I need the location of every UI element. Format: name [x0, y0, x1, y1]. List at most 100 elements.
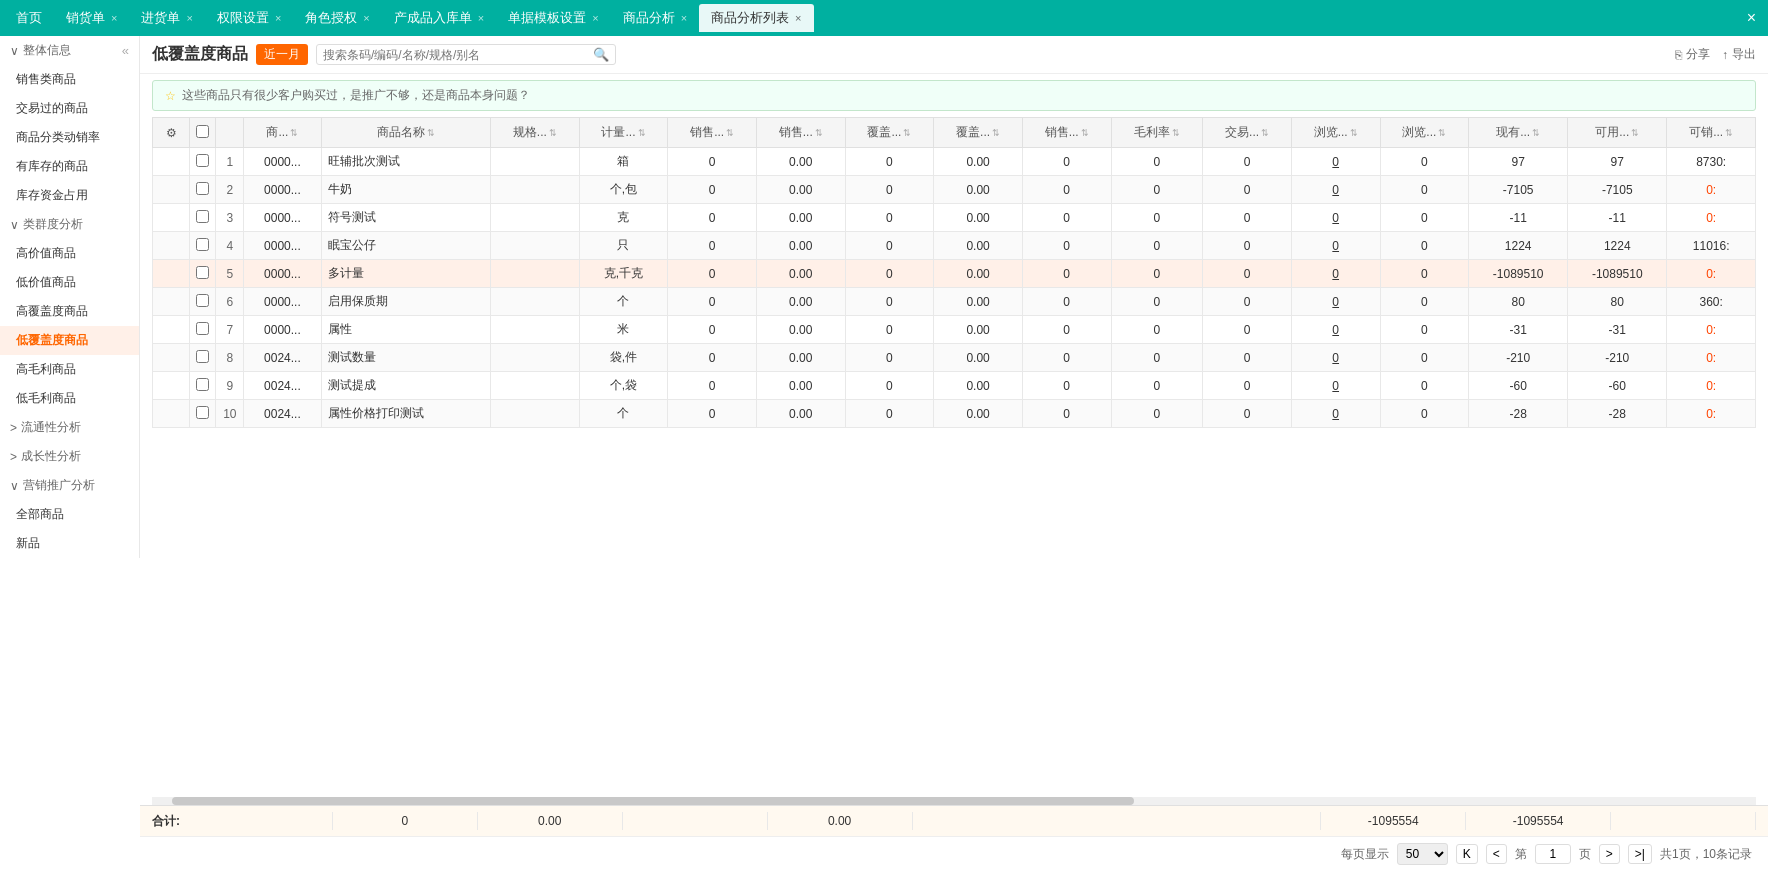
col-sales-amt[interactable]: 销售...⇅ [756, 118, 845, 148]
col-trans[interactable]: 交易...⇅ [1203, 118, 1292, 148]
row-browse1[interactable]: 0 [1291, 288, 1380, 316]
col-name[interactable]: 商品名称⇅ [321, 118, 490, 148]
horizontal-scrollbar[interactable] [152, 797, 1756, 805]
row-browse1[interactable]: 0 [1291, 344, 1380, 372]
tab-product-analysis[interactable]: 商品分析 × [611, 4, 699, 32]
row-num: 2 [216, 176, 244, 204]
col-cov2[interactable]: 覆盖...⇅ [934, 118, 1023, 148]
row-unit: 袋,件 [579, 344, 668, 372]
row-checkbox[interactable] [190, 260, 216, 288]
tab-product-storage[interactable]: 产成品入库单 × [382, 4, 496, 32]
close-tab-product-analysis-list[interactable]: × [795, 12, 801, 24]
period-button[interactable]: 近一月 [256, 44, 308, 65]
col-sales-qty[interactable]: 销售...⇅ [668, 118, 757, 148]
row-browse1[interactable]: 0 [1291, 204, 1380, 232]
row-checkbox[interactable] [190, 176, 216, 204]
row-trans: 0 [1203, 288, 1292, 316]
row-browse1[interactable]: 0 [1291, 176, 1380, 204]
window-close-button[interactable]: × [1739, 9, 1764, 27]
row-browse1[interactable]: 0 [1291, 260, 1380, 288]
row-settings [153, 344, 190, 372]
sidebar-section-circulation[interactable]: > 流通性分析 [0, 413, 139, 442]
sidebar-item-low-margin[interactable]: 低毛利商品 [0, 384, 139, 413]
tab-template-settings[interactable]: 单据模板设置 × [496, 4, 610, 32]
row-name: 属性价格打印测试 [321, 400, 490, 428]
col-current[interactable]: 现有...⇅ [1469, 118, 1568, 148]
sidebar-item-stocked-goods[interactable]: 有库存的商品 [0, 152, 139, 181]
tab-role-auth[interactable]: 角色授权 × [293, 4, 381, 32]
sidebar-section-growth[interactable]: > 成长性分析 [0, 442, 139, 471]
sidebar-item-low-coverage[interactable]: 低覆盖度商品 [0, 326, 139, 355]
col-unit[interactable]: 计量...⇅ [579, 118, 668, 148]
col-browse2[interactable]: 浏览...⇅ [1380, 118, 1469, 148]
row-checkbox[interactable] [190, 204, 216, 232]
sidebar-item-all-goods[interactable]: 全部商品 [0, 500, 139, 529]
sidebar-section-overall[interactable]: ∨ 整体信息 « [0, 36, 139, 65]
col-available[interactable]: 可用...⇅ [1568, 118, 1667, 148]
first-page-button[interactable]: K [1456, 844, 1478, 864]
close-tab-purchase-order[interactable]: × [186, 12, 192, 24]
col-sales2[interactable]: 销售...⇅ [1022, 118, 1111, 148]
table-row: 9 0024... 测试提成 个,袋 0 0.00 0 0.00 0 0 0 0… [153, 372, 1756, 400]
tab-sales-order[interactable]: 销货单 × [54, 4, 129, 32]
last-page-button[interactable]: >| [1628, 844, 1652, 864]
page-size-select[interactable]: 50 100 200 [1397, 843, 1448, 865]
sidebar-item-stock-capital[interactable]: 库存资金占用 [0, 181, 139, 210]
sidebar-item-high-value[interactable]: 高价值商品 [0, 239, 139, 268]
prev-page-button[interactable]: < [1486, 844, 1507, 864]
close-tab-template-settings[interactable]: × [592, 12, 598, 24]
row-checkbox[interactable] [190, 288, 216, 316]
close-tab-permissions[interactable]: × [275, 12, 281, 24]
sidebar-item-traded-goods[interactable]: 交易过的商品 [0, 94, 139, 123]
col-settings[interactable]: ⚙ [153, 118, 190, 148]
row-checkbox[interactable] [190, 400, 216, 428]
row-browse1[interactable]: 0 [1291, 316, 1380, 344]
export-button[interactable]: ↑ 导出 [1722, 46, 1756, 63]
row-browse1[interactable]: 0 [1291, 232, 1380, 260]
col-gross[interactable]: 毛利率⇅ [1111, 118, 1203, 148]
col-browse1[interactable]: 浏览...⇅ [1291, 118, 1380, 148]
row-checkbox[interactable] [190, 372, 216, 400]
row-sales-amt: 0.00 [756, 176, 845, 204]
current-page-input[interactable] [1535, 844, 1571, 864]
row-checkbox[interactable] [190, 316, 216, 344]
close-tab-sales-order[interactable]: × [111, 12, 117, 24]
close-tab-product-analysis[interactable]: × [681, 12, 687, 24]
sidebar-item-new-goods[interactable]: 新品 [0, 529, 139, 558]
row-settings [153, 372, 190, 400]
tab-purchase-order[interactable]: 进货单 × [129, 4, 204, 32]
table-row: 1 0000... 旺辅批次测试 箱 0 0.00 0 0.00 0 0 0 0… [153, 148, 1756, 176]
close-tab-product-storage[interactable]: × [478, 12, 484, 24]
row-checkbox[interactable] [190, 344, 216, 372]
row-checkbox[interactable] [190, 232, 216, 260]
next-page-button[interactable]: > [1599, 844, 1620, 864]
row-browse1[interactable]: 0 [1291, 148, 1380, 176]
row-trans: 0 [1203, 344, 1292, 372]
sidebar-item-low-value[interactable]: 低价值商品 [0, 268, 139, 297]
share-button[interactable]: ⎘ 分享 [1675, 46, 1710, 63]
select-all-checkbox[interactable] [196, 125, 209, 138]
search-icon[interactable]: 🔍 [593, 47, 609, 62]
sidebar-item-sales-goods[interactable]: 销售类商品 [0, 65, 139, 94]
sidebar-section-group[interactable]: ∨ 类群度分析 [0, 210, 139, 239]
row-browse1[interactable]: 0 [1291, 372, 1380, 400]
row-sales-amt: 0.00 [756, 288, 845, 316]
col-spec[interactable]: 规格...⇅ [491, 118, 580, 148]
sidebar-collapse-icon[interactable]: « [122, 43, 129, 58]
tab-permissions[interactable]: 权限设置 × [205, 4, 293, 32]
col-saleable[interactable]: 可销...⇅ [1667, 118, 1756, 148]
table-container[interactable]: ⚙ 商...⇅ 商品名称⇅ 规格...⇅ 计量...⇅ 销售...⇅ 销售...… [140, 117, 1768, 797]
close-tab-role-auth[interactable]: × [363, 12, 369, 24]
col-cov1[interactable]: 覆盖...⇅ [845, 118, 934, 148]
sidebar-item-high-coverage[interactable]: 高覆盖度商品 [0, 297, 139, 326]
col-code[interactable]: 商...⇅ [244, 118, 321, 148]
row-unit: 克 [579, 204, 668, 232]
tab-home[interactable]: 首页 [4, 4, 54, 32]
row-browse1[interactable]: 0 [1291, 400, 1380, 428]
row-checkbox[interactable] [190, 148, 216, 176]
search-input[interactable] [323, 48, 593, 62]
tab-product-analysis-list[interactable]: 商品分析列表 × [699, 4, 813, 32]
sidebar-item-high-margin[interactable]: 高毛利商品 [0, 355, 139, 384]
sidebar-item-category-rate[interactable]: 商品分类动销率 [0, 123, 139, 152]
sidebar-section-marketing[interactable]: ∨ 营销推广分析 [0, 471, 139, 500]
